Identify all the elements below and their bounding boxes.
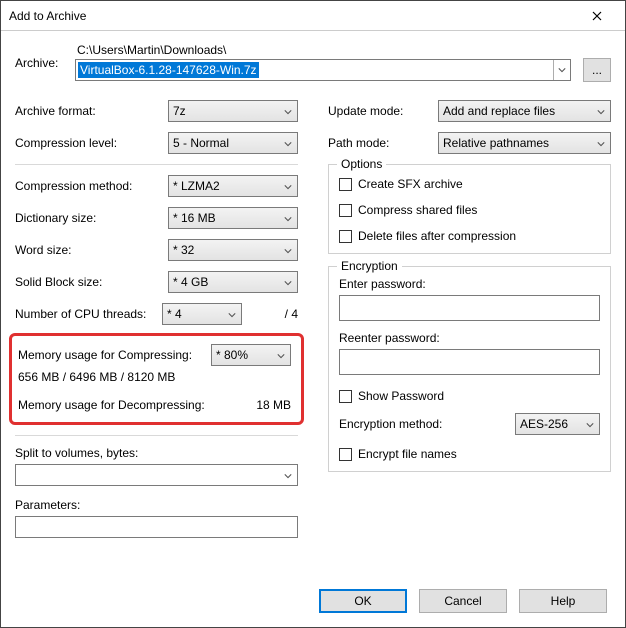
pathmode-select[interactable]: Relative pathnames bbox=[438, 132, 611, 154]
reenter-password-label: Reenter password: bbox=[339, 331, 440, 345]
sfx-checkbox[interactable] bbox=[339, 178, 352, 191]
close-button[interactable] bbox=[577, 2, 617, 30]
password-reenter-input[interactable] bbox=[339, 349, 600, 375]
split-input[interactable] bbox=[15, 464, 298, 486]
chevron-down-icon bbox=[228, 311, 236, 319]
method-label: Compression method: bbox=[15, 179, 168, 193]
window-title: Add to Archive bbox=[9, 1, 86, 31]
cancel-label: Cancel bbox=[444, 594, 481, 608]
chevron-down-icon bbox=[586, 421, 594, 429]
sfx-label: Create SFX archive bbox=[358, 177, 463, 191]
cancel-button[interactable]: Cancel bbox=[419, 589, 507, 613]
options-legend: Options bbox=[337, 157, 386, 171]
mem-percent-select[interactable]: * 80% bbox=[211, 344, 291, 366]
ok-button[interactable]: OK bbox=[319, 589, 407, 613]
titlebar: Add to Archive bbox=[1, 1, 625, 31]
format-select[interactable]: 7z bbox=[168, 100, 298, 122]
delete-checkbox[interactable] bbox=[339, 230, 352, 243]
enc-method-select[interactable]: AES-256 bbox=[515, 413, 600, 435]
dict-label: Dictionary size: bbox=[15, 211, 168, 225]
shared-label: Compress shared files bbox=[358, 203, 477, 217]
level-label: Compression level: bbox=[15, 136, 168, 150]
help-button[interactable]: Help bbox=[519, 589, 607, 613]
format-label: Archive format: bbox=[15, 104, 168, 118]
mem-decomp-label: Memory usage for Decompressing: bbox=[18, 398, 231, 412]
method-select[interactable]: * LZMA2 bbox=[168, 175, 298, 197]
show-password-label: Show Password bbox=[358, 389, 444, 403]
level-select[interactable]: 5 - Normal bbox=[168, 132, 298, 154]
update-label: Update mode: bbox=[328, 104, 438, 118]
archive-filename-input[interactable]: VirtualBox-6.1.28-147628-Win.7z bbox=[75, 59, 571, 81]
word-label: Word size: bbox=[15, 243, 168, 257]
params-input[interactable] bbox=[15, 516, 298, 538]
dict-select[interactable]: * 16 MB bbox=[168, 207, 298, 229]
chevron-down-icon bbox=[284, 140, 292, 148]
options-group: Options Create SFX archive Compress shar… bbox=[328, 164, 611, 254]
chevron-down-icon bbox=[277, 352, 285, 360]
help-label: Help bbox=[551, 594, 576, 608]
threads-label: Number of CPU threads: bbox=[15, 307, 162, 321]
mem-decomp-value: 18 MB bbox=[231, 398, 291, 412]
browse-label: ... bbox=[592, 63, 602, 77]
chevron-down-icon bbox=[284, 247, 292, 255]
archive-path-prefix: C:\Users\Martin\Downloads\ bbox=[75, 43, 611, 57]
chevron-down-icon bbox=[284, 108, 292, 116]
mem-comp-value: 656 MB / 6496 MB / 8120 MB bbox=[18, 370, 175, 384]
archive-label: Archive: bbox=[15, 56, 75, 70]
threads-max: / 4 bbox=[248, 307, 298, 321]
split-label: Split to volumes, bytes: bbox=[15, 446, 138, 460]
ok-label: OK bbox=[354, 594, 371, 608]
chevron-down-icon bbox=[284, 472, 292, 480]
block-select[interactable]: * 4 GB bbox=[168, 271, 298, 293]
block-label: Solid Block size: bbox=[15, 275, 168, 289]
show-password-checkbox[interactable] bbox=[339, 390, 352, 403]
word-select[interactable]: * 32 bbox=[168, 239, 298, 261]
memory-highlight: Memory usage for Compressing: * 80% 656 … bbox=[9, 333, 304, 425]
delete-label: Delete files after compression bbox=[358, 229, 516, 243]
chevron-down-icon bbox=[284, 279, 292, 287]
chevron-down-icon bbox=[597, 108, 605, 116]
encrypt-names-label: Encrypt file names bbox=[358, 447, 457, 461]
archive-filename-selection: VirtualBox-6.1.28-147628-Win.7z bbox=[78, 62, 259, 78]
threads-select[interactable]: * 4 bbox=[162, 303, 242, 325]
password-input[interactable] bbox=[339, 295, 600, 321]
enter-password-label: Enter password: bbox=[339, 277, 426, 291]
chevron-down-icon[interactable] bbox=[553, 60, 570, 80]
encryption-legend: Encryption bbox=[337, 259, 402, 273]
chevron-down-icon bbox=[284, 183, 292, 191]
shared-checkbox[interactable] bbox=[339, 204, 352, 217]
chevron-down-icon bbox=[284, 215, 292, 223]
update-select[interactable]: Add and replace files bbox=[438, 100, 611, 122]
mem-comp-label: Memory usage for Compressing: bbox=[18, 348, 211, 362]
pathmode-label: Path mode: bbox=[328, 136, 438, 150]
encryption-group: Encryption Enter password: Reenter passw… bbox=[328, 266, 611, 472]
enc-method-label: Encryption method: bbox=[339, 417, 442, 431]
encrypt-names-checkbox[interactable] bbox=[339, 448, 352, 461]
chevron-down-icon bbox=[597, 140, 605, 148]
params-label: Parameters: bbox=[15, 498, 80, 512]
browse-button[interactable]: ... bbox=[583, 58, 611, 82]
